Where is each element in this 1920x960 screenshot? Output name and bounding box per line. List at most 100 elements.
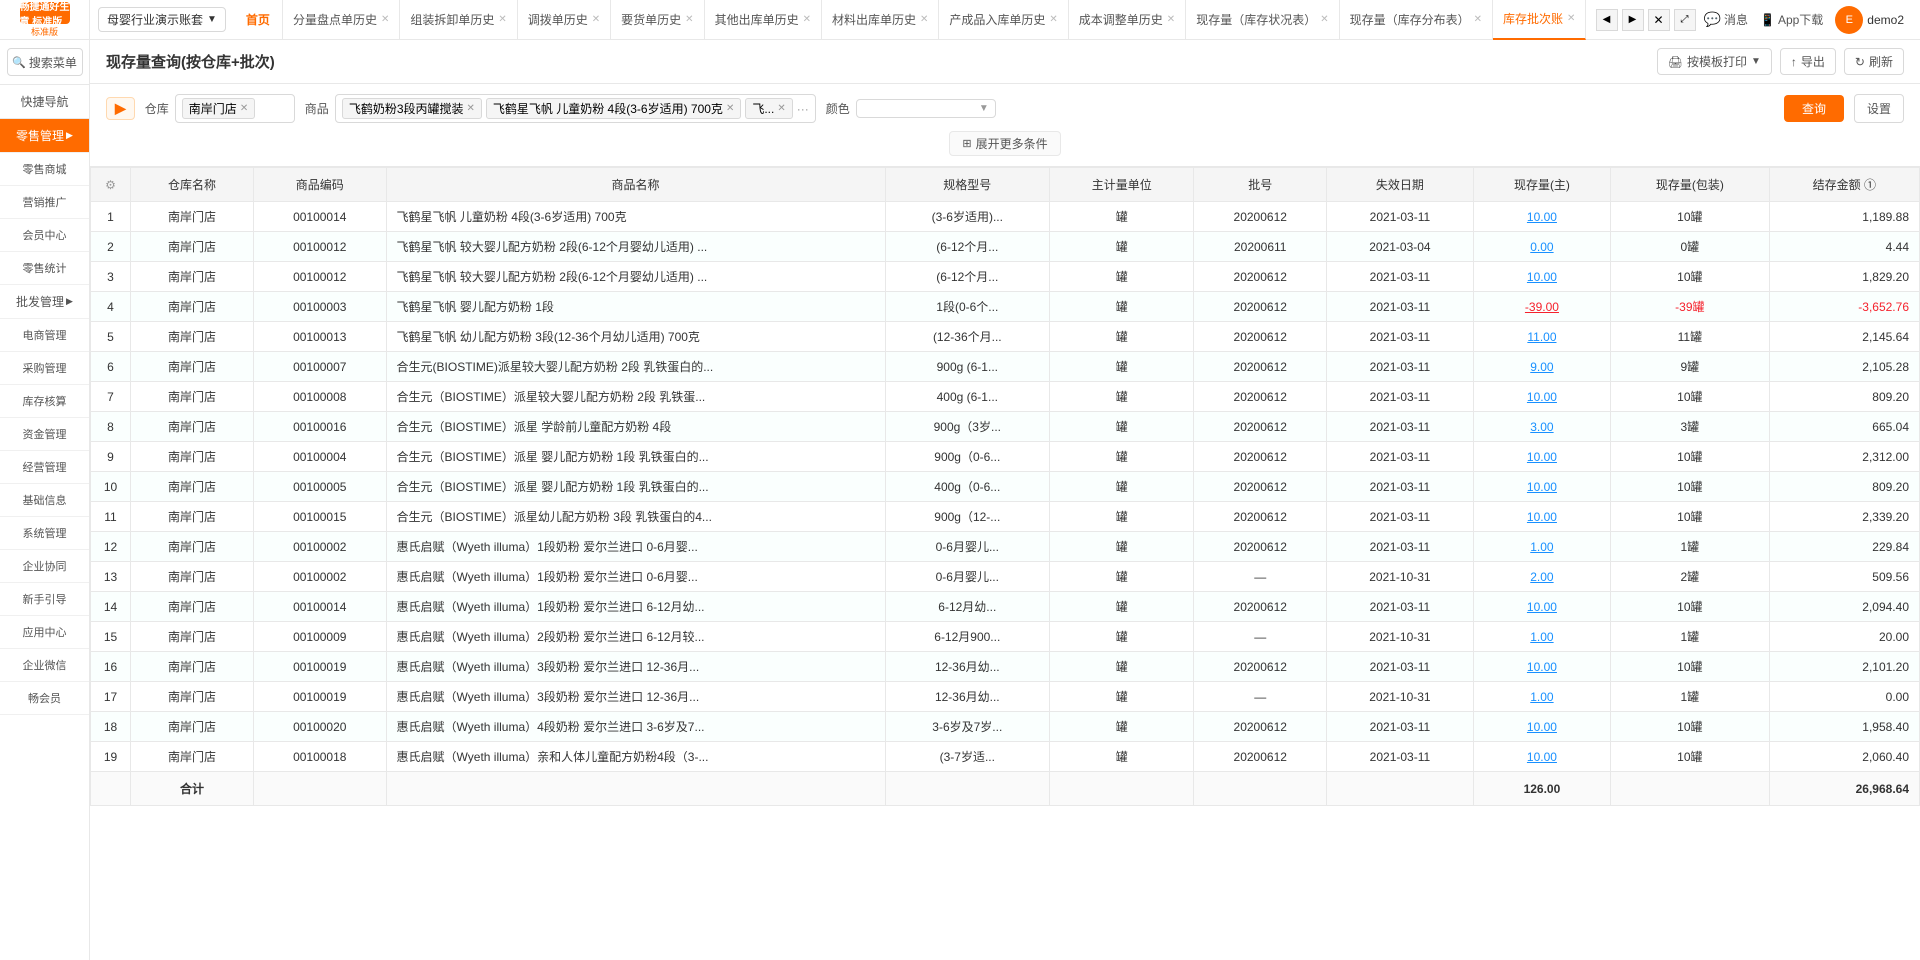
sidebar-item-member2[interactable]: 畅会员 bbox=[0, 682, 89, 715]
export-btn[interactable]: ↑ 导出 bbox=[1780, 48, 1836, 75]
cell-unit: 罐 bbox=[1050, 352, 1194, 382]
tab-close-fen[interactable]: ✕ bbox=[381, 14, 389, 25]
tab-tiao[interactable]: 调拨单历史 ✕ bbox=[518, 0, 611, 40]
cell-qty-main[interactable]: 10.00 bbox=[1473, 592, 1610, 622]
org-selector[interactable]: 母婴行业演示账套 ▼ bbox=[98, 7, 226, 32]
cell-amount: 1,829.20 bbox=[1769, 262, 1919, 292]
cell-qty-main[interactable]: 10.00 bbox=[1473, 202, 1610, 232]
cell-qty-main[interactable]: -39.00 bbox=[1473, 292, 1610, 322]
refresh-btn[interactable]: ↻ 刷新 bbox=[1844, 48, 1904, 75]
tab-close-xianzai2[interactable]: ✕ bbox=[1474, 14, 1482, 25]
tab-zu[interactable]: 组装拆卸单历史 ✕ bbox=[400, 0, 517, 40]
goods-tag-1-close[interactable]: ✕ bbox=[467, 103, 475, 114]
sidebar-item-basic[interactable]: 基础信息 bbox=[0, 484, 89, 517]
cell-qty-pack: 1罐 bbox=[1611, 622, 1770, 652]
sidebar-item-wechat[interactable]: 企业微信 bbox=[0, 649, 89, 682]
tab-close-tiao[interactable]: ✕ bbox=[592, 14, 600, 25]
goods-tag-3-close[interactable]: ✕ bbox=[777, 103, 785, 114]
cell-qty-main[interactable]: 10.00 bbox=[1473, 652, 1610, 682]
cell-qty-main[interactable]: 9.00 bbox=[1473, 352, 1610, 382]
cell-idx: 1 bbox=[91, 202, 131, 232]
cell-warehouse: 南岸门店 bbox=[131, 292, 254, 322]
tab-nav-next[interactable]: ▶ bbox=[1622, 9, 1644, 31]
tab-yao[interactable]: 要货单历史 ✕ bbox=[611, 0, 704, 40]
print-btn[interactable]: 🖨 按模板打印 ▼ bbox=[1657, 48, 1772, 75]
tab-home[interactable]: 首页 bbox=[234, 0, 283, 40]
cell-qty-main[interactable]: 10.00 bbox=[1473, 472, 1610, 502]
expand-conditions-btn[interactable]: ⊞ 展开更多条件 bbox=[949, 131, 1060, 156]
tab-nav-prev[interactable]: ◀ bbox=[1596, 9, 1618, 31]
message-btn[interactable]: 💬 消息 bbox=[1704, 11, 1748, 28]
tab-chanpin[interactable]: 产成品入库单历史 ✕ bbox=[939, 0, 1068, 40]
cell-qty-main[interactable]: 10.00 bbox=[1473, 712, 1610, 742]
tab-xianzai2[interactable]: 现存量（库存分布表） ✕ bbox=[1340, 0, 1493, 40]
cell-qty-pack: 10罐 bbox=[1611, 472, 1770, 502]
sidebar-item-retail-shop[interactable]: 零售商城 bbox=[0, 153, 89, 186]
cell-name: 惠氏启赋（Wyeth illuma）1段奶粉 爱尔兰进口 0-6月婴... bbox=[386, 532, 885, 562]
color-filter-container[interactable]: ▼ bbox=[856, 99, 996, 118]
sidebar-item-member[interactable]: 会员中心 bbox=[0, 219, 89, 252]
col-settings[interactable]: ⚙ bbox=[91, 168, 131, 202]
app-download-btn[interactable]: 📱 App下载 bbox=[1760, 11, 1823, 28]
warehouse-tag-close[interactable]: ✕ bbox=[240, 103, 248, 114]
cell-name: 惠氏启赋（Wyeth illuma）1段奶粉 爱尔兰进口 0-6月婴... bbox=[386, 562, 885, 592]
sidebar-item-inventory[interactable]: 库存核算 bbox=[0, 385, 89, 418]
sidebar-item-finance[interactable]: 资金管理 bbox=[0, 418, 89, 451]
tab-close-yao[interactable]: ✕ bbox=[685, 14, 693, 25]
tab-maximize-btn[interactable]: ⤢ bbox=[1674, 9, 1696, 31]
quick-nav-item[interactable]: 快捷导航 bbox=[0, 85, 89, 119]
tab-close-zu[interactable]: ✕ bbox=[498, 14, 506, 25]
tab-close-all-btn[interactable]: ✕ bbox=[1648, 9, 1670, 31]
tab-fen[interactable]: 分量盘点单历史 ✕ bbox=[283, 0, 400, 40]
tab-close-xianzai1[interactable]: ✕ bbox=[1320, 14, 1328, 25]
user-avatar[interactable]: E bbox=[1835, 6, 1863, 34]
export-icon: ↑ bbox=[1791, 55, 1797, 69]
sidebar-item-ecommerce[interactable]: 电商管理 bbox=[0, 319, 89, 352]
tab-close-qita[interactable]: ✕ bbox=[803, 14, 811, 25]
cell-qty-main[interactable]: 11.00 bbox=[1473, 322, 1610, 352]
sidebar-item-retail-stat[interactable]: 零售统计 bbox=[0, 252, 89, 285]
sidebar-item-marketing[interactable]: 营销推广 bbox=[0, 186, 89, 219]
tab-chengben[interactable]: 成本调整单历史 ✕ bbox=[1069, 0, 1186, 40]
sidebar-item-appcenter[interactable]: 应用中心 bbox=[0, 616, 89, 649]
tab-close-chanpin[interactable]: ✕ bbox=[1049, 14, 1057, 25]
cell-qty-main[interactable]: 0.00 bbox=[1473, 232, 1610, 262]
query-btn[interactable]: 查询 bbox=[1784, 95, 1844, 122]
tab-qita[interactable]: 其他出库单历史 ✕ bbox=[705, 0, 822, 40]
sidebar-item-retail[interactable]: 零售管理 ▶ bbox=[0, 119, 89, 153]
tab-close-pici[interactable]: ✕ bbox=[1567, 13, 1575, 24]
column-settings-icon[interactable]: ⚙ bbox=[105, 178, 116, 192]
tab-close-cailiao[interactable]: ✕ bbox=[920, 14, 928, 25]
sidebar-item-business[interactable]: 经营管理 bbox=[0, 451, 89, 484]
cell-qty-main[interactable]: 10.00 bbox=[1473, 742, 1610, 772]
cell-qty-main[interactable]: 2.00 bbox=[1473, 562, 1610, 592]
footer-empty-1 bbox=[91, 772, 131, 806]
tab-cailiao[interactable]: 材料出库单历史 ✕ bbox=[822, 0, 939, 40]
cell-qty-main[interactable]: 3.00 bbox=[1473, 412, 1610, 442]
tab-pici[interactable]: 库存批次账 ✕ bbox=[1493, 0, 1586, 40]
settings-btn[interactable]: 设置 bbox=[1854, 94, 1904, 123]
user-name[interactable]: demo2 bbox=[1867, 13, 1904, 27]
cell-qty-main[interactable]: 1.00 bbox=[1473, 682, 1610, 712]
sidebar-item-system[interactable]: 系统管理 bbox=[0, 517, 89, 550]
cell-qty-main[interactable]: 1.00 bbox=[1473, 622, 1610, 652]
sidebar-item-newguide[interactable]: 新手引导 bbox=[0, 583, 89, 616]
tab-xianzai1[interactable]: 现存量（库存状况表） ✕ bbox=[1186, 0, 1339, 40]
sidebar-item-wholesale[interactable]: 批发管理 ▶ bbox=[0, 285, 89, 319]
tab-close-chengben[interactable]: ✕ bbox=[1167, 14, 1175, 25]
cell-qty-main[interactable]: 10.00 bbox=[1473, 502, 1610, 532]
cell-qty-main[interactable]: 10.00 bbox=[1473, 382, 1610, 412]
cell-batch: 20200612 bbox=[1194, 472, 1327, 502]
goods-filter-container[interactable]: 飞鹤奶粉3段丙罐搅装 ✕ 飞鹤星飞帆 儿童奶粉 4段(3-6岁适用) 700克 … bbox=[335, 94, 816, 123]
sidebar-item-purchase[interactable]: 采购管理 bbox=[0, 352, 89, 385]
cell-qty-main[interactable]: 1.00 bbox=[1473, 532, 1610, 562]
table-row: 1 南岸门店 00100014 飞鹤星飞帆 儿童奶粉 4段(3-6岁适用) 70… bbox=[91, 202, 1920, 232]
cell-unit: 罐 bbox=[1050, 682, 1194, 712]
sidebar-item-enterprise[interactable]: 企业协同 bbox=[0, 550, 89, 583]
goods-tag-2-close[interactable]: ✕ bbox=[726, 103, 734, 114]
cell-qty-main[interactable]: 10.00 bbox=[1473, 262, 1610, 292]
filter-toggle-btn[interactable]: ▶ bbox=[106, 97, 135, 120]
warehouse-filter-container[interactable]: 南岸门店 ✕ bbox=[175, 94, 295, 123]
search-menu-btn[interactable]: 🔍 搜索菜单 bbox=[0, 40, 89, 85]
cell-qty-main[interactable]: 10.00 bbox=[1473, 442, 1610, 472]
